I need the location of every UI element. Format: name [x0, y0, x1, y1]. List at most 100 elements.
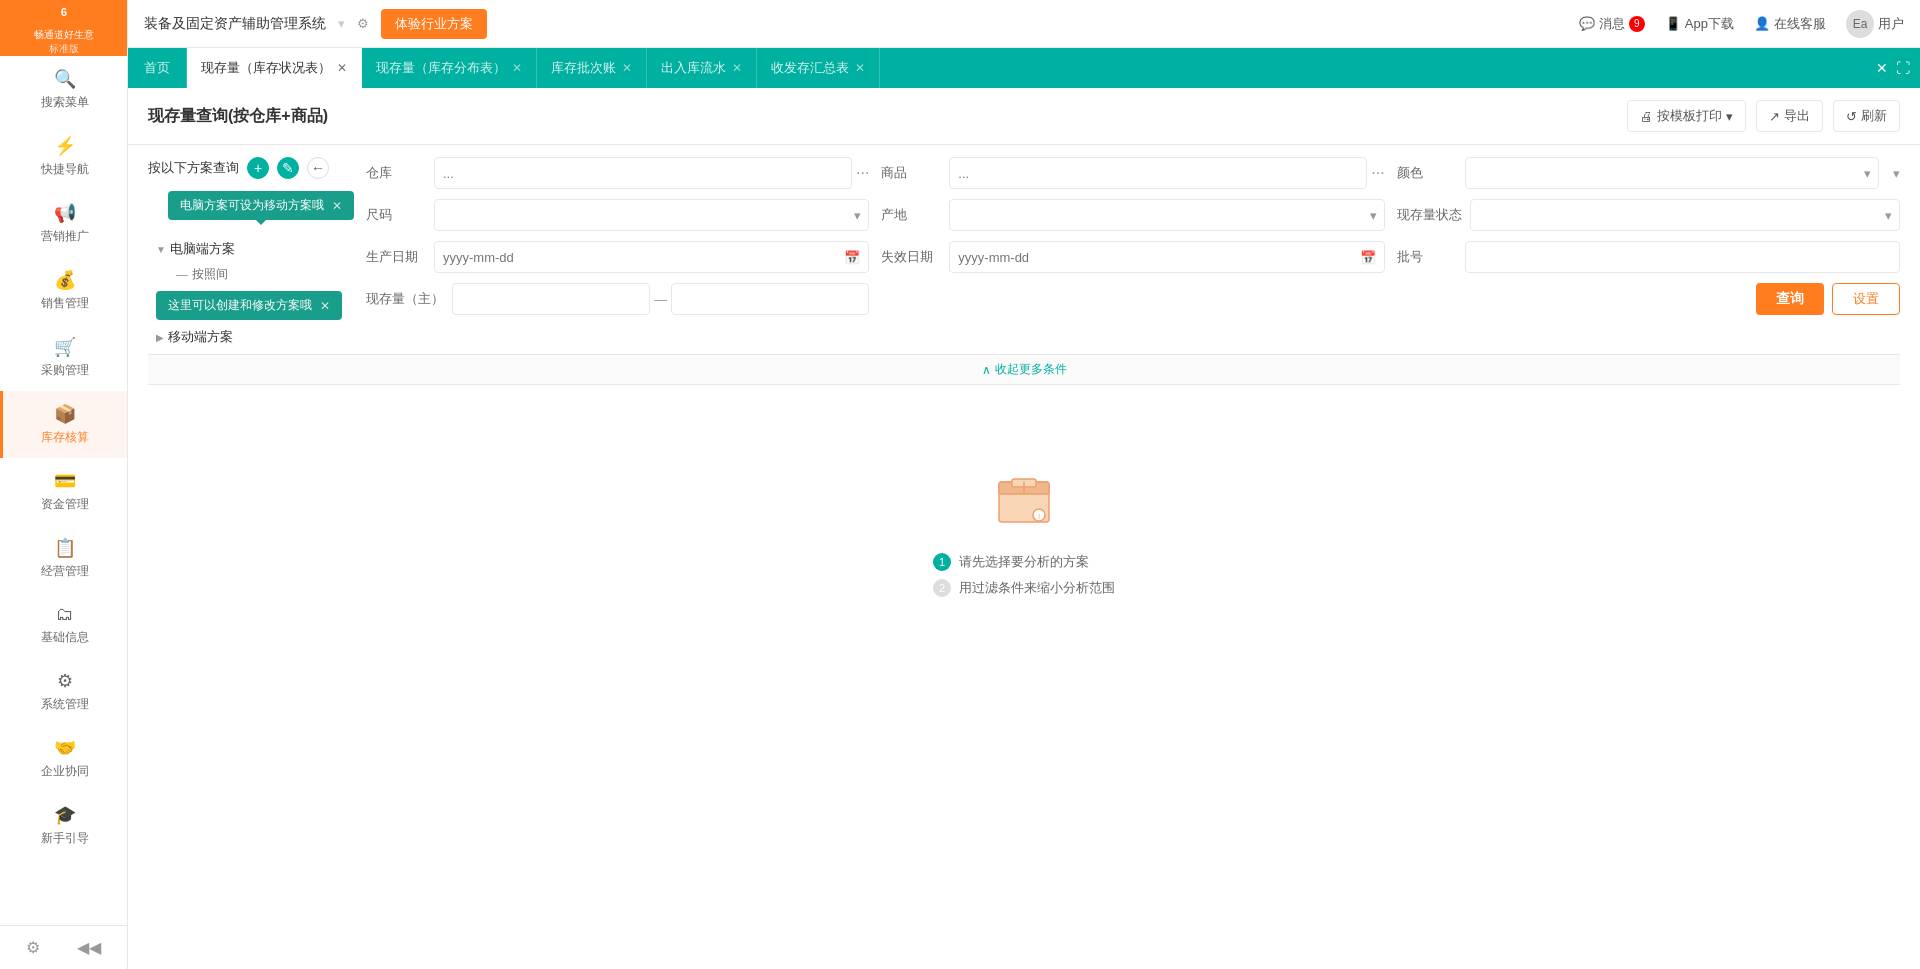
filter-quantity: 现存量（主） —: [366, 283, 869, 315]
sidebar-item-basic[interactable]: 🗂 基础信息: [0, 592, 127, 658]
messages-nav[interactable]: 💬 消息 9: [1579, 15, 1645, 33]
sidebar-item-finance[interactable]: 💳 资金管理: [0, 458, 127, 525]
settings-btn[interactable]: ⚙: [357, 16, 369, 31]
warehouse-input[interactable]: [434, 157, 852, 189]
filter-warehouse: 仓库 ···: [366, 157, 869, 189]
step-num-2: 2: [933, 579, 951, 597]
filter-row-4: 现存量（主） — 查询 设置: [366, 283, 1900, 315]
filter-batch: 批号: [1397, 241, 1900, 273]
filter-fields: 仓库 ··· 商品 ···: [366, 157, 1900, 325]
tab-close-inventory-distribution[interactable]: ✕: [512, 61, 522, 75]
support-icon: 👤: [1754, 16, 1770, 31]
print-btn[interactable]: 🖨 按模板打印 ▾: [1627, 100, 1746, 132]
user-avatar: Ea: [1846, 10, 1874, 38]
tab-close-inventory-status[interactable]: ✕: [337, 61, 347, 75]
settings-footer-btn[interactable]: ⚙: [26, 938, 40, 957]
svg-text:6: 6: [60, 6, 66, 18]
warehouse-more[interactable]: ···: [856, 164, 869, 182]
goods-more[interactable]: ···: [1371, 164, 1384, 182]
tab-close-inventory-batch[interactable]: ✕: [622, 61, 632, 75]
export-icon: ↗: [1769, 109, 1780, 124]
goods-input[interactable]: [949, 157, 1367, 189]
color-dropdown-icon[interactable]: ▾: [1893, 166, 1900, 181]
collapse-bar[interactable]: ∧ 收起更多条件: [148, 354, 1900, 385]
tooltip1-close[interactable]: ✕: [332, 199, 342, 213]
step-2: 2 用过滤条件来缩小分析范围: [933, 579, 1115, 597]
filter-row-2: 尺码 产地 现存量状态: [366, 199, 1900, 231]
sidebar-item-quick-nav[interactable]: ⚡ 快捷导航: [0, 123, 127, 190]
filter-area: 按以下方案查询 + ✎ ← 电脑方案可设为移动方案哦 ✕: [128, 145, 1920, 397]
prod-cal-icon[interactable]: 📅: [844, 250, 860, 265]
filter-inventory-status: 现存量状态: [1397, 199, 1900, 231]
reset-button[interactable]: 设置: [1832, 283, 1900, 315]
quantity-range-sep: —: [654, 292, 667, 307]
sidebar-item-marketing[interactable]: 📢 营销推广: [0, 190, 127, 257]
tooltip2-close[interactable]: ✕: [320, 299, 330, 313]
filter-color: 颜色 ▾: [1397, 157, 1900, 189]
empty-state-steps: 1 请先选择要分析的方案 2 用过滤条件来缩小分析范围: [933, 553, 1115, 597]
print-dropdown-icon: ▾: [1726, 109, 1733, 124]
quantity-max-input[interactable]: [671, 283, 869, 315]
desktop-children: — 按照间: [148, 262, 354, 287]
back-scheme-btn[interactable]: ←: [307, 157, 329, 179]
guide-icon: 🎓: [54, 804, 76, 826]
scheme-child-item[interactable]: — 按照间: [168, 262, 354, 287]
sidebar-item-sales[interactable]: 💰 销售管理: [0, 257, 127, 324]
desktop-scheme-item[interactable]: ▼ 电脑端方案: [148, 236, 354, 262]
search-button[interactable]: 查询: [1756, 283, 1824, 315]
app-download-nav[interactable]: 📱 App下载: [1665, 15, 1734, 33]
top-header: 装备及固定资产辅助管理系统 ▾ ⚙ 体验行业方案 💬 消息 9 📱 App下载 …: [128, 0, 1920, 48]
tab-recv-summary[interactable]: 收发存汇总表 ✕: [757, 48, 880, 88]
tab-close-recv-summary[interactable]: ✕: [855, 61, 865, 75]
sidebar-item-system[interactable]: ⚙ 系统管理: [0, 658, 127, 725]
operations-icon: 📋: [54, 537, 76, 559]
page-header: 现存量查询(按仓库+商品) 🖨 按模板打印 ▾ ↗ 导出 ↺ 刷新: [128, 88, 1920, 145]
expiry-date-field: 📅: [949, 241, 1384, 273]
phone-icon: 📱: [1665, 16, 1681, 31]
color-select[interactable]: [1465, 157, 1879, 189]
logo-icon: 6: [48, 0, 80, 26]
batch-input[interactable]: [1465, 241, 1900, 273]
header-right: 💬 消息 9 📱 App下载 👤 在线客服 Ea 用户: [1579, 10, 1904, 38]
sidebar-item-operations[interactable]: 📋 经营管理: [0, 525, 127, 592]
inventory-status-select[interactable]: [1470, 199, 1900, 231]
export-btn[interactable]: ↗ 导出: [1756, 100, 1823, 132]
filter-row-3: 生产日期 📅 失效日期 📅: [366, 241, 1900, 273]
industry-btn[interactable]: 体验行业方案: [381, 9, 487, 39]
collapse-sidebar-btn[interactable]: ◀◀: [77, 938, 101, 957]
tab-inout-flow[interactable]: 出入库流水 ✕: [647, 48, 757, 88]
sidebar-item-guide[interactable]: 🎓 新手引导: [0, 792, 127, 859]
tab-close-inout-flow[interactable]: ✕: [732, 61, 742, 75]
online-support-nav[interactable]: 👤 在线客服: [1754, 15, 1826, 33]
size-select[interactable]: [434, 199, 869, 231]
step-1: 1 请先选择要分析的方案: [933, 553, 1115, 571]
sidebar-item-enterprise[interactable]: 🤝 企业协同: [0, 725, 127, 792]
quantity-min-input[interactable]: [452, 283, 650, 315]
expiry-cal-icon[interactable]: 📅: [1360, 250, 1376, 265]
mobile-scheme-item[interactable]: ▶ 移动端方案: [148, 324, 354, 350]
tab-fullscreen-btn[interactable]: ⛶: [1896, 60, 1910, 76]
filter-size: 尺码: [366, 199, 869, 231]
sidebar-item-inventory[interactable]: 📦 库存核算: [0, 391, 127, 458]
edit-scheme-btn[interactable]: ✎: [277, 157, 299, 179]
tab-inventory-distribution[interactable]: 现存量（库存分布表） ✕: [362, 48, 537, 88]
sidebar-menu: 🔍 搜索菜单 ⚡ 快捷导航 📢 营销推广 💰 销售管理 🛒 采购管理 📦 库存核…: [0, 56, 127, 925]
add-scheme-btn[interactable]: +: [247, 157, 269, 179]
page-actions: 🖨 按模板打印 ▾ ↗ 导出 ↺ 刷新: [1627, 100, 1900, 132]
tab-close-all-btn[interactable]: ✕: [1876, 60, 1888, 76]
expiry-date-input[interactable]: [958, 250, 1353, 265]
header-divider: ▾: [338, 16, 345, 31]
refresh-btn[interactable]: ↺ 刷新: [1833, 100, 1900, 132]
refresh-icon: ↺: [1846, 109, 1857, 124]
sidebar-item-search[interactable]: 🔍 搜索菜单: [0, 56, 127, 123]
user-nav[interactable]: Ea 用户: [1846, 10, 1904, 38]
tab-inventory-status[interactable]: 现存量（库存状况表） ✕: [187, 48, 362, 88]
system-title: 装备及固定资产辅助管理系统: [144, 15, 326, 33]
origin-select[interactable]: [949, 199, 1384, 231]
tab-inventory-batch[interactable]: 库存批次账 ✕: [537, 48, 647, 88]
message-icon: 💬: [1579, 16, 1595, 31]
prod-date-input[interactable]: [443, 250, 838, 265]
tab-home[interactable]: 首页: [128, 48, 187, 88]
message-badge: 9: [1629, 16, 1645, 32]
sidebar-item-purchase[interactable]: 🛒 采购管理: [0, 324, 127, 391]
